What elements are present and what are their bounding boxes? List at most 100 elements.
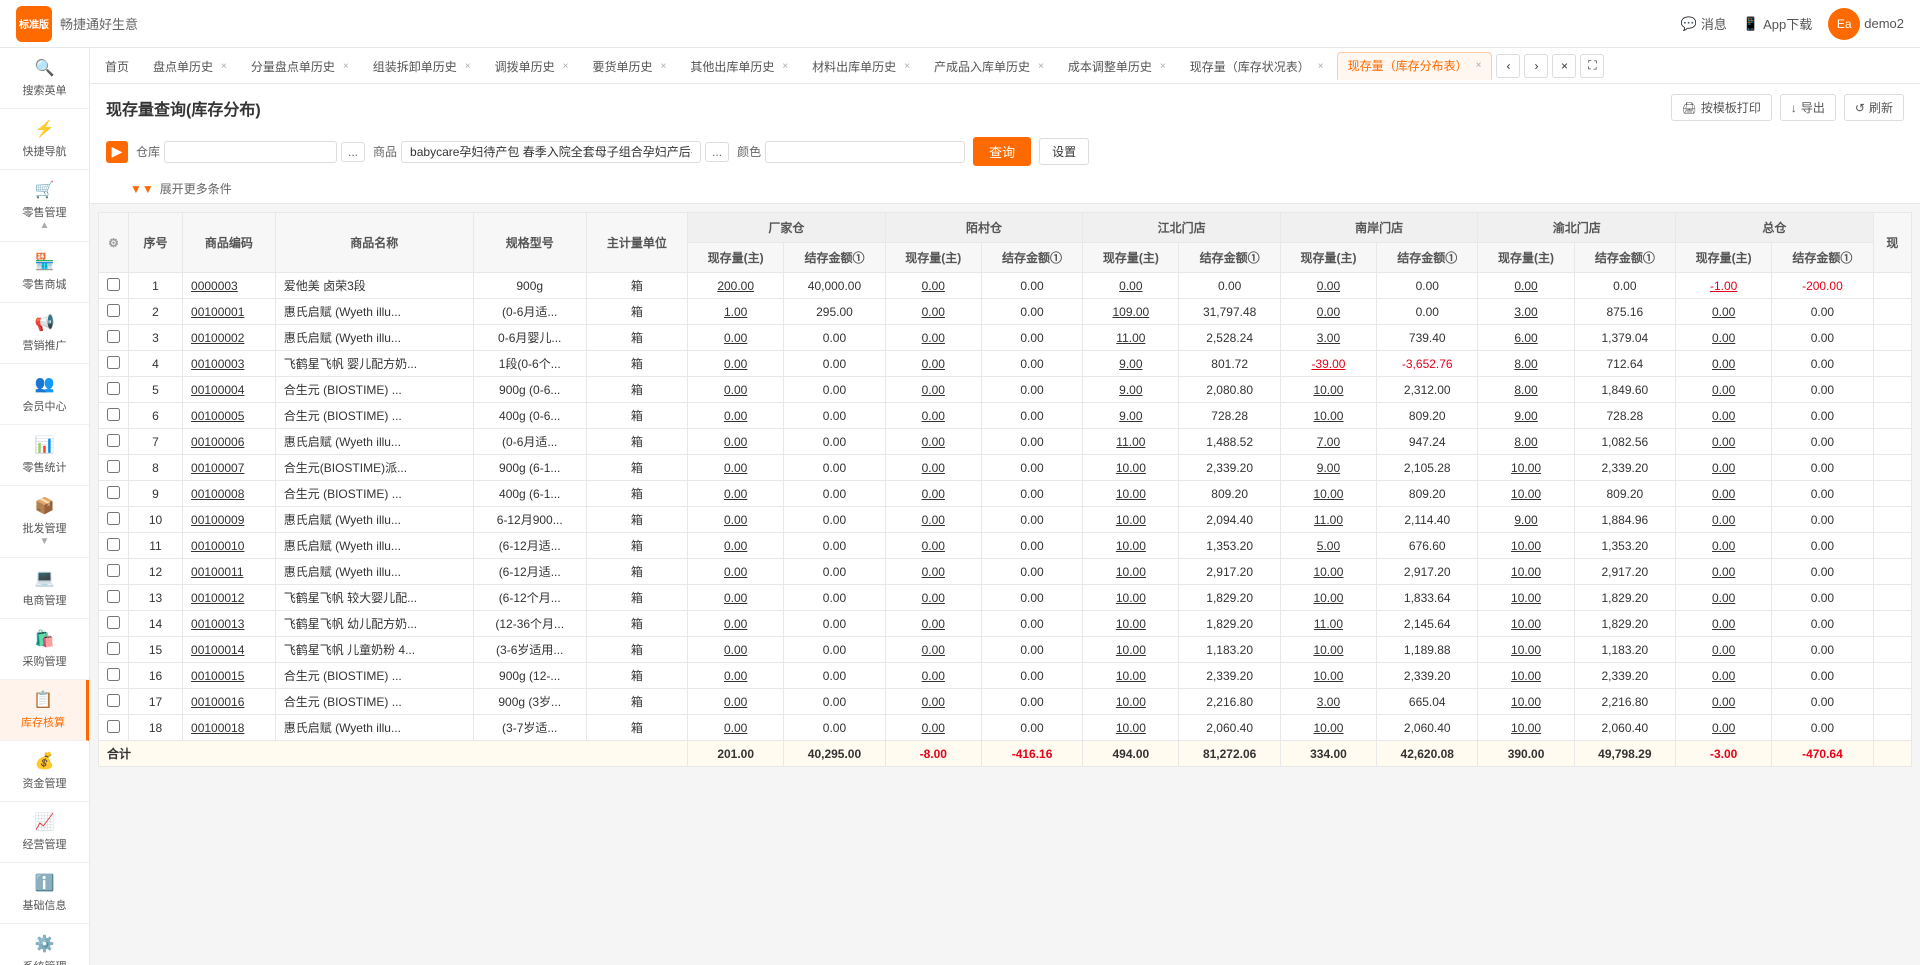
sidebar-item-ecommerce[interactable]: 💻 电商管理 — [0, 558, 89, 619]
cell-w1-qty[interactable]: 0.00 — [688, 377, 784, 403]
cell-w1-qty[interactable]: 1.00 — [688, 299, 784, 325]
tab-close-cost-adjust[interactable]: × — [1160, 61, 1166, 72]
cell-w5-qty[interactable]: 10.00 — [1478, 481, 1574, 507]
sidebar-item-marketing[interactable]: 📢 营销推广 — [0, 303, 89, 364]
warehouse-ellipsis-btn[interactable]: ... — [341, 142, 365, 162]
tab-home[interactable]: 首页 — [94, 52, 140, 80]
tab-assembly[interactable]: 组装拆卸单历史 × — [362, 52, 482, 80]
tab-close-other-out[interactable]: × — [782, 61, 788, 72]
cell-w4-qty[interactable]: 0.00 — [1280, 273, 1376, 299]
cell-w4-qty[interactable]: 10.00 — [1280, 637, 1376, 663]
cell-w5-qty[interactable]: 8.00 — [1478, 377, 1574, 403]
cell-w5-qty[interactable]: 10.00 — [1478, 689, 1574, 715]
cell-w1-qty[interactable]: 200.00 — [688, 273, 784, 299]
cell-w6-qty[interactable]: 0.00 — [1676, 559, 1772, 585]
tab-prev-btn[interactable]: ‹ — [1496, 54, 1520, 78]
cell-code[interactable]: 00100004 — [183, 377, 276, 403]
cell-w3-qty[interactable]: 10.00 — [1083, 507, 1179, 533]
cell-check[interactable] — [99, 481, 129, 507]
cell-w1-qty[interactable]: 0.00 — [688, 533, 784, 559]
cell-w2-qty[interactable]: 0.00 — [885, 403, 981, 429]
tab-other-out[interactable]: 其他出库单历史 × — [679, 52, 799, 80]
tab-product-in[interactable]: 产成品入库单历史 × — [923, 52, 1055, 80]
cell-w5-qty[interactable]: 10.00 — [1478, 611, 1574, 637]
cell-w2-qty[interactable]: 0.00 — [885, 429, 981, 455]
cell-w1-qty[interactable]: 0.00 — [688, 429, 784, 455]
sidebar-item-inventory[interactable]: 📋 库存核算 — [0, 680, 89, 741]
cell-check[interactable] — [99, 429, 129, 455]
cell-w3-qty[interactable]: 10.00 — [1083, 481, 1179, 507]
sidebar-item-members[interactable]: 👥 会员中心 — [0, 364, 89, 425]
cell-w3-qty[interactable]: 109.00 — [1083, 299, 1179, 325]
cell-code[interactable]: 00100014 — [183, 637, 276, 663]
cell-w5-qty[interactable]: 10.00 — [1478, 533, 1574, 559]
cell-w5-qty[interactable]: 3.00 — [1478, 299, 1574, 325]
cell-code[interactable]: 00100009 — [183, 507, 276, 533]
cell-w4-qty[interactable]: 11.00 — [1280, 507, 1376, 533]
sidebar-item-retail-mgmt[interactable]: 🛒 零售管理 ▲ — [0, 170, 89, 242]
cell-w1-qty[interactable]: 0.00 — [688, 351, 784, 377]
cell-w3-qty[interactable]: 10.00 — [1083, 533, 1179, 559]
cell-w1-qty[interactable]: 0.00 — [688, 481, 784, 507]
cell-check[interactable] — [99, 559, 129, 585]
cell-w4-qty[interactable]: 10.00 — [1280, 559, 1376, 585]
cell-code[interactable]: 00100008 — [183, 481, 276, 507]
cell-check[interactable] — [99, 663, 129, 689]
cell-w6-qty[interactable]: 0.00 — [1676, 455, 1772, 481]
cell-w3-qty[interactable]: 10.00 — [1083, 663, 1179, 689]
cell-w5-qty[interactable]: 9.00 — [1478, 403, 1574, 429]
cell-check[interactable] — [99, 585, 129, 611]
cell-w6-qty[interactable]: 0.00 — [1676, 611, 1772, 637]
cell-w6-qty[interactable]: 0.00 — [1676, 377, 1772, 403]
cell-w2-qty[interactable]: 0.00 — [885, 351, 981, 377]
tab-expand-btn[interactable]: ⛶ — [1580, 54, 1604, 78]
cell-w6-qty[interactable]: -1.00 — [1676, 273, 1772, 299]
tab-close-material-out[interactable]: × — [904, 61, 910, 72]
cell-check[interactable] — [99, 377, 129, 403]
color-input[interactable] — [765, 141, 965, 163]
sidebar-item-system[interactable]: ⚙️ 系统管理 — [0, 924, 89, 965]
cell-w4-qty[interactable]: 10.00 — [1280, 585, 1376, 611]
cell-w3-qty[interactable]: 9.00 — [1083, 403, 1179, 429]
cell-w3-qty[interactable]: 10.00 — [1083, 637, 1179, 663]
cell-w4-qty[interactable]: 5.00 — [1280, 533, 1376, 559]
cell-w5-qty[interactable]: 9.00 — [1478, 507, 1574, 533]
cell-code[interactable]: 00100001 — [183, 299, 276, 325]
cell-w3-qty[interactable]: 11.00 — [1083, 325, 1179, 351]
cell-w5-qty[interactable]: 10.00 — [1478, 455, 1574, 481]
tab-next-btn[interactable]: › — [1524, 54, 1548, 78]
tab-close-stock-dist[interactable]: × — [1476, 60, 1482, 71]
sidebar-item-finance[interactable]: 💰 资金管理 — [0, 741, 89, 802]
query-btn[interactable]: 查询 — [973, 137, 1031, 166]
tab-stock-status[interactable]: 现存量（库存状况表） × — [1179, 52, 1335, 80]
cell-w6-qty[interactable]: 0.00 — [1676, 429, 1772, 455]
cell-w2-qty[interactable]: 0.00 — [885, 481, 981, 507]
gear-icon[interactable]: ⚙ — [108, 236, 119, 250]
cell-w2-qty[interactable]: 0.00 — [885, 637, 981, 663]
cell-w2-qty[interactable]: 0.00 — [885, 273, 981, 299]
cell-w2-qty[interactable]: 0.00 — [885, 559, 981, 585]
cell-w1-qty[interactable]: 0.00 — [688, 325, 784, 351]
cell-check[interactable] — [99, 273, 129, 299]
collapse-btn[interactable]: ▶ — [106, 141, 128, 163]
expand-conditions-btn[interactable]: 展开更多条件 — [160, 180, 232, 197]
cell-code[interactable]: 00100010 — [183, 533, 276, 559]
sidebar-item-retail-mall[interactable]: 🏪 零售商城 — [0, 242, 89, 303]
cell-w6-qty[interactable]: 0.00 — [1676, 351, 1772, 377]
cell-w4-qty[interactable]: 10.00 — [1280, 715, 1376, 741]
tab-close-assembly[interactable]: × — [465, 61, 471, 72]
cell-w2-qty[interactable]: 0.00 — [885, 299, 981, 325]
cell-w3-qty[interactable]: 10.00 — [1083, 559, 1179, 585]
cell-w3-qty[interactable]: 10.00 — [1083, 611, 1179, 637]
cell-w4-qty[interactable]: 11.00 — [1280, 611, 1376, 637]
tab-close-requisition[interactable]: × — [660, 61, 666, 72]
sidebar-item-search[interactable]: 🔍 搜索英单 — [0, 48, 89, 109]
cell-check[interactable] — [99, 611, 129, 637]
cell-w4-qty[interactable]: 10.00 — [1280, 377, 1376, 403]
tab-close-product-in[interactable]: × — [1038, 61, 1044, 72]
tab-close-all-btn[interactable]: × — [1552, 54, 1576, 78]
message-btn[interactable]: 💬 消息 — [1681, 14, 1727, 33]
cell-w1-qty[interactable]: 0.00 — [688, 611, 784, 637]
cell-w4-qty[interactable]: 3.00 — [1280, 689, 1376, 715]
cell-code[interactable]: 00100013 — [183, 611, 276, 637]
